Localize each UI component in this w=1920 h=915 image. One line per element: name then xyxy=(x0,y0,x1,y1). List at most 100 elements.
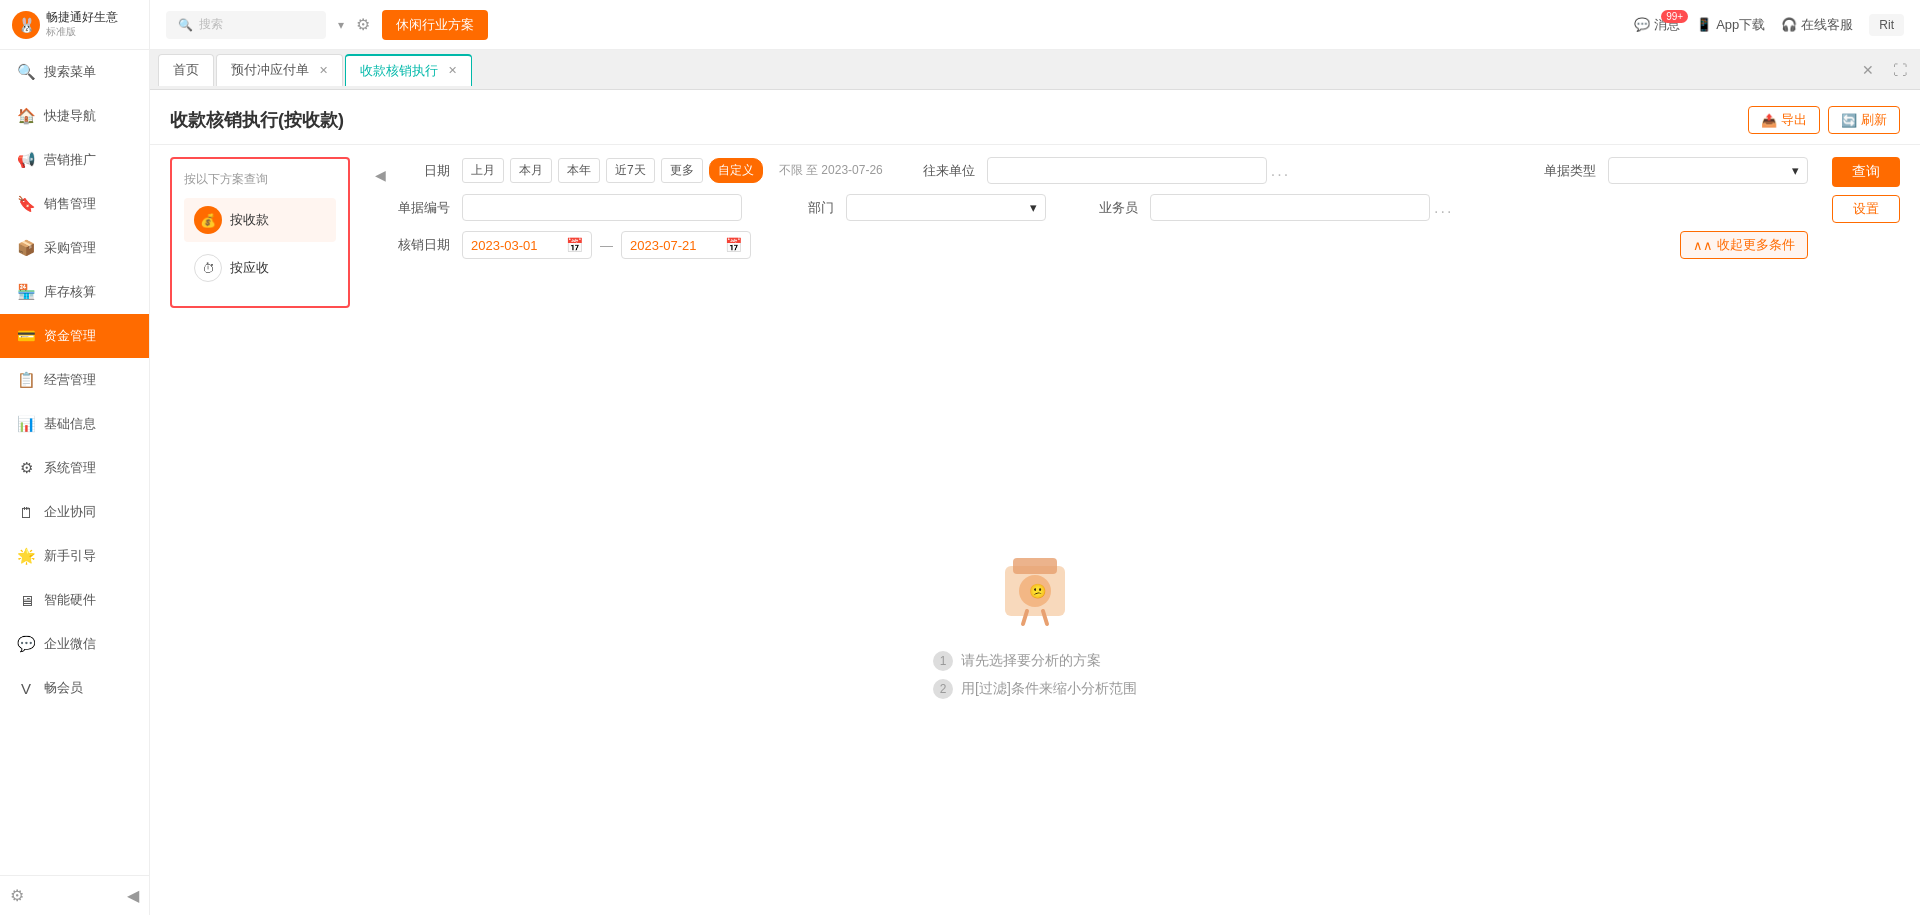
date-btn-this-month[interactable]: 本月 xyxy=(510,158,552,183)
search-icon: 🔍 xyxy=(178,18,193,32)
tab-home[interactable]: 首页 xyxy=(158,54,214,86)
sidebar-item-quick-nav-label: 快捷导航 xyxy=(44,107,96,125)
sidebar-item-finance-label: 资金管理 xyxy=(44,327,96,345)
filter-collapse-button[interactable]: ◀ xyxy=(370,167,390,183)
date-separator: — xyxy=(600,238,613,253)
sidebar-item-sales[interactable]: 🔖 销售管理 xyxy=(0,182,149,226)
tabbar-actions: ✕ ⛶ xyxy=(1856,58,1912,82)
sidebar-item-system[interactable]: ⚙ 系统管理 xyxy=(0,446,149,490)
service-icon: 🎧 xyxy=(1781,17,1797,32)
tab-close-action[interactable]: ✕ xyxy=(1856,58,1880,82)
filter-sidebar-title: 按以下方案查询 xyxy=(184,171,336,188)
sidebar-item-finance[interactable]: 💳 资金管理 xyxy=(0,314,149,358)
tab-prepay[interactable]: 预付冲应付单 ✕ xyxy=(216,54,343,86)
dept-label: 部门 xyxy=(774,199,834,217)
sales-icon: 🔖 xyxy=(16,194,36,214)
filter-sidebar: 按以下方案查询 💰 按收款 ⏱ 按应收 xyxy=(170,157,350,308)
staff-label: 业务员 xyxy=(1078,199,1138,217)
refresh-button[interactable]: 🔄 刷新 xyxy=(1828,106,1900,134)
verify-date-end[interactable]: 2023-07-21 📅 xyxy=(621,231,751,259)
verify-date-start[interactable]: 2023-03-01 📅 xyxy=(462,231,592,259)
sidebar-item-inventory-label: 库存核算 xyxy=(44,283,96,301)
tab-receipt-close-icon[interactable]: ✕ xyxy=(448,64,457,77)
logo-area: 🐰 畅捷通好生意 标准版 xyxy=(0,0,149,50)
doc-type-select[interactable]: ▾ xyxy=(1608,157,1808,184)
sidebar-item-hardware[interactable]: 🖥 智能硬件 xyxy=(0,578,149,622)
filter-option-by-receivable[interactable]: ⏱ 按应收 xyxy=(184,246,336,290)
setting-button[interactable]: 设置 xyxy=(1832,195,1900,223)
member-icon: V xyxy=(16,678,36,698)
search-placeholder: 搜索 xyxy=(199,16,223,33)
sidebar-item-search-menu[interactable]: 🔍 搜索菜单 xyxy=(0,50,149,94)
sidebar-item-purchase[interactable]: 📦 采购管理 xyxy=(0,226,149,270)
empty-tip-1: 1 请先选择要分析的方案 xyxy=(933,651,1137,671)
topbar-gear-icon[interactable]: ⚙ xyxy=(356,15,370,34)
sidebar-item-operation[interactable]: 📋 经营管理 xyxy=(0,358,149,402)
service-button[interactable]: 🎧 在线客服 xyxy=(1781,16,1853,34)
logo-badge: 标准版 xyxy=(46,25,118,39)
svg-text:😕: 😕 xyxy=(1029,583,1047,600)
filter-main: 日期 上月 本月 本年 近7天 更多 自定义 不限 至 2023-07-26 往… xyxy=(390,157,1900,308)
quick-nav-icon: 🏠 xyxy=(16,106,36,126)
collapse-more-button[interactable]: ∧∧ 收起更多条件 xyxy=(1680,231,1808,259)
sidebar-item-quick-nav[interactable]: 🏠 快捷导航 xyxy=(0,94,149,138)
verify-date-range: 2023-03-01 📅 — 2023-07-21 📅 xyxy=(462,231,751,259)
date-btn-more[interactable]: 更多 xyxy=(661,158,703,183)
query-button[interactable]: 查询 xyxy=(1832,157,1900,187)
hardware-icon: 🖥 xyxy=(16,590,36,610)
user-menu[interactable]: Rit xyxy=(1869,14,1904,36)
staff-input[interactable] xyxy=(1150,194,1430,221)
sidebar-bottom: ⚙ ◀ xyxy=(0,875,149,915)
marketing-icon: 📢 xyxy=(16,150,36,170)
date-limit: 不限 至 2023-07-26 xyxy=(779,162,883,179)
sidebar-settings-icon[interactable]: ⚙ xyxy=(10,886,24,905)
date-btn-last-month[interactable]: 上月 xyxy=(462,158,504,183)
svg-rect-1 xyxy=(1013,558,1057,574)
sidebar-item-enterprise[interactable]: 🗒 企业协同 xyxy=(0,490,149,534)
app-download-button[interactable]: 📱 App下载 xyxy=(1696,16,1765,34)
sidebar-item-system-label: 系统管理 xyxy=(44,459,96,477)
sidebar-item-inventory[interactable]: 🏪 库存核算 xyxy=(0,270,149,314)
tab-prepay-close-icon[interactable]: ✕ xyxy=(319,64,328,77)
date-label: 日期 xyxy=(390,162,450,180)
by-receivable-label: 按应收 xyxy=(230,259,269,277)
sidebar-item-marketing[interactable]: 📢 营销推广 xyxy=(0,138,149,182)
counterparty-input[interactable] xyxy=(987,157,1267,184)
system-icon: ⚙ xyxy=(16,458,36,478)
refresh-label: 刷新 xyxy=(1861,111,1887,129)
base-info-icon: 📊 xyxy=(16,414,36,434)
dept-select[interactable]: ▾ xyxy=(846,194,1046,221)
topbar-dropdown-icon[interactable]: ▾ xyxy=(338,18,344,32)
calendar-start-icon[interactable]: 📅 xyxy=(566,237,583,253)
doc-no-input[interactable] xyxy=(462,194,742,221)
enterprise-icon: 🗒 xyxy=(16,502,36,522)
content-area: 收款核销执行(按收款) 📤 导出 🔄 刷新 按以下方案查询 💰 按收款 xyxy=(150,90,1920,915)
main-area: 🔍 搜索 ▾ ⚙ 休闲行业方案 💬 消息 99+ 📱 App下载 🎧 在线客服 … xyxy=(150,0,1920,915)
topbar-search[interactable]: 🔍 搜索 xyxy=(166,11,326,39)
sidebar-item-member[interactable]: V 畅会员 xyxy=(0,666,149,710)
filter-option-by-receipt[interactable]: 💰 按收款 xyxy=(184,198,336,242)
app-icon: 📱 xyxy=(1696,17,1712,32)
tab-expand-action[interactable]: ⛶ xyxy=(1888,58,1912,82)
sidebar-item-base-info[interactable]: 📊 基础信息 xyxy=(0,402,149,446)
sidebar-collapse-icon[interactable]: ◀ xyxy=(127,886,139,905)
sidebar-item-guide[interactable]: 🌟 新手引导 xyxy=(0,534,149,578)
tab-receipt[interactable]: 收款核销执行 ✕ xyxy=(345,54,472,86)
sidebar-item-wechat[interactable]: 💬 企业微信 xyxy=(0,622,149,666)
export-button[interactable]: 📤 导出 xyxy=(1748,106,1820,134)
calendar-end-icon[interactable]: 📅 xyxy=(725,237,742,253)
staff-dots[interactable]: ... xyxy=(1434,199,1453,217)
content-header: 收款核销执行(按收款) 📤 导出 🔄 刷新 xyxy=(150,90,1920,145)
counterparty-dots[interactable]: ... xyxy=(1271,162,1290,180)
date-btn-this-year[interactable]: 本年 xyxy=(558,158,600,183)
date-btn-custom[interactable]: 自定义 xyxy=(709,158,763,183)
dept-chevron-icon: ▾ xyxy=(1030,200,1037,215)
sidebar-item-purchase-label: 采购管理 xyxy=(44,239,96,257)
content-actions: 📤 导出 🔄 刷新 xyxy=(1748,106,1900,134)
export-label: 导出 xyxy=(1781,111,1807,129)
message-button[interactable]: 💬 消息 99+ xyxy=(1634,16,1680,34)
date-btn-7days[interactable]: 近7天 xyxy=(606,158,655,183)
chevron-down-icon: ▾ xyxy=(1792,163,1799,178)
solution-button[interactable]: 休闲行业方案 xyxy=(382,10,488,40)
by-receipt-icon: 💰 xyxy=(194,206,222,234)
